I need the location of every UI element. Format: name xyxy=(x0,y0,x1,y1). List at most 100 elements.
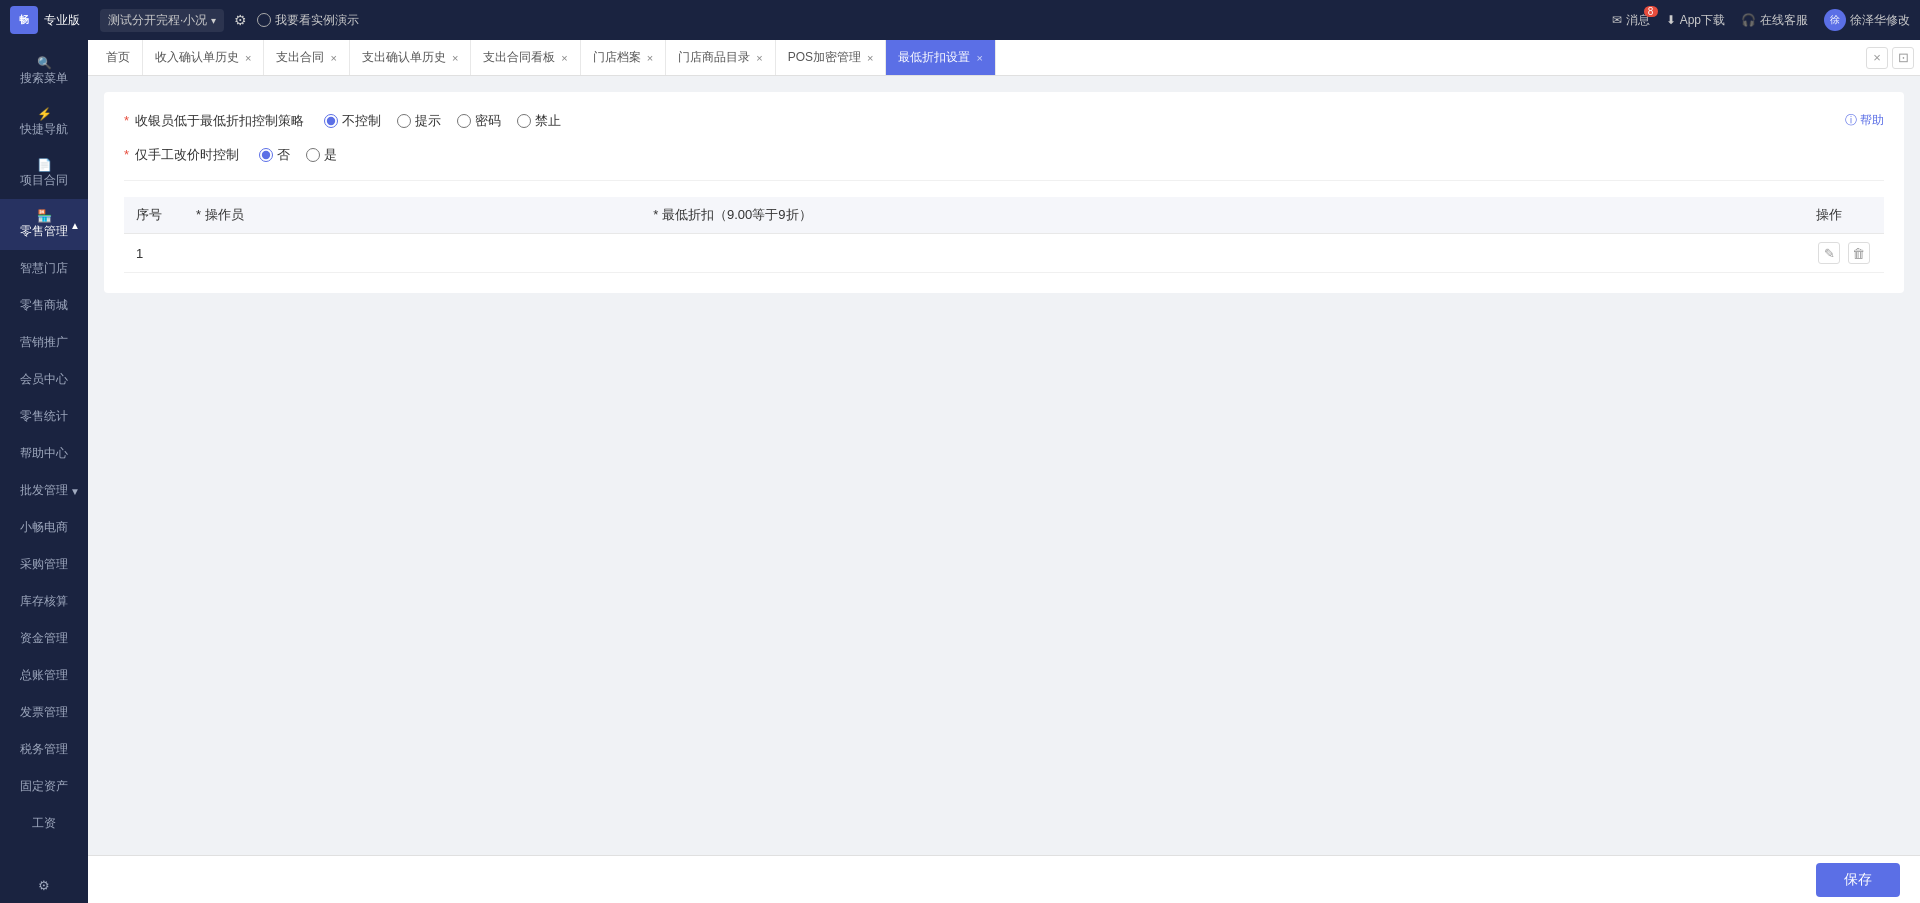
sidebar-settings-icon[interactable]: ⚙ xyxy=(28,868,60,903)
sidebar-item-ledger[interactable]: 总账管理 xyxy=(0,657,88,694)
help-button[interactable]: ⓘ 帮助 xyxy=(1845,112,1884,129)
member-label: 会员中心 xyxy=(4,371,84,388)
policy-no-control-label: 不控制 xyxy=(342,112,381,130)
tab-pos-password[interactable]: POS加密管理 × xyxy=(776,40,887,76)
manual-row: * 仅手工改价时控制 否 是 xyxy=(124,146,1884,164)
purchase-label: 采购管理 xyxy=(4,556,84,573)
sidebar-item-purchase[interactable]: 采购管理 xyxy=(0,546,88,583)
tab-store-file-close[interactable]: × xyxy=(647,52,653,64)
user-name: 徐泽华修改 xyxy=(1850,12,1910,29)
tab-payment-contract-close[interactable]: × xyxy=(330,52,336,64)
policy-no-control[interactable]: 不控制 xyxy=(324,112,381,130)
sidebar-item-tax[interactable]: 税务管理 xyxy=(0,731,88,768)
tab-income-history-close[interactable]: × xyxy=(245,52,251,64)
tab-store-products-close[interactable]: × xyxy=(756,52,762,64)
tab-store-products[interactable]: 门店商品目录 × xyxy=(666,40,775,76)
policy-password-radio[interactable] xyxy=(457,114,471,128)
policy-forbid-label: 禁止 xyxy=(535,112,561,130)
sidebar-item-retail[interactable]: 🏪 零售管理 ▲ xyxy=(0,199,88,250)
policy-forbid-radio[interactable] xyxy=(517,114,531,128)
edit-row-btn[interactable]: ✎ xyxy=(1818,242,1840,264)
manual-yes-radio[interactable] xyxy=(306,148,320,162)
tab-close-all-btn[interactable]: × xyxy=(1866,47,1888,69)
logo-icon: 畅 xyxy=(10,6,38,34)
finance-label: 资金管理 xyxy=(4,630,84,647)
sidebar-item-smart-store[interactable]: 智慧门店 xyxy=(0,250,88,287)
col-header-actions: 操作 xyxy=(1804,197,1884,234)
sidebar-item-payroll[interactable]: 工资 xyxy=(0,805,88,842)
tab-min-discount[interactable]: 最低折扣设置 × xyxy=(886,40,995,76)
main-card: ⓘ 帮助 * 收银员低于最低折扣控制策略 不控制 xyxy=(104,92,1904,293)
policy-radio-group: 不控制 提示 密码 禁 xyxy=(324,112,561,130)
tab-payment-confirm-label: 支出确认单历史 xyxy=(362,49,446,66)
sidebar-item-retail-mall[interactable]: 零售商城 xyxy=(0,287,88,324)
sidebar-item-search[interactable]: 🔍 搜索菜单 xyxy=(0,46,88,97)
sidebar-item-finance[interactable]: 资金管理 xyxy=(0,620,88,657)
sidebar-item-contract[interactable]: 📄 项目合同 xyxy=(0,148,88,199)
invoice-label: 发票管理 xyxy=(4,704,84,721)
help-label: 帮助中心 xyxy=(4,445,84,462)
policy-password[interactable]: 密码 xyxy=(457,112,501,130)
tab-payment-contract[interactable]: 支出合同 × xyxy=(264,40,349,76)
messages-btn[interactable]: ✉ 消息 8 xyxy=(1612,12,1650,29)
policy-forbid[interactable]: 禁止 xyxy=(517,112,561,130)
app-logo: 畅 专业版 xyxy=(10,6,90,34)
table-cell-seq: 1 xyxy=(124,234,184,273)
retail-stat-label: 零售统计 xyxy=(4,408,84,425)
policy-label: * 收银员低于最低折扣控制策略 xyxy=(124,112,304,130)
policy-no-control-radio[interactable] xyxy=(324,114,338,128)
tab-payment-board[interactable]: 支出合同看板 × xyxy=(471,40,580,76)
policy-row: * 收银员低于最低折扣控制策略 不控制 提示 xyxy=(124,112,1884,130)
tab-pos-password-close[interactable]: × xyxy=(867,52,873,64)
tab-store-file[interactable]: 门店档案 × xyxy=(581,40,666,76)
manual-label: * 仅手工改价时控制 xyxy=(124,146,239,164)
sidebar-item-assets[interactable]: 固定资产 xyxy=(0,768,88,805)
search-icon: 🔍 xyxy=(4,56,84,70)
tab-min-discount-close[interactable]: × xyxy=(976,52,982,64)
table-cell-actions: ✎ 🗑 xyxy=(1804,234,1884,273)
demo-label: 我要看实例演示 xyxy=(275,12,359,29)
tab-home[interactable]: 首页 xyxy=(94,40,143,76)
form-section: ⓘ 帮助 * 收银员低于最低折扣控制策略 不控制 xyxy=(124,112,1884,181)
online-service-label: 在线客服 xyxy=(1760,12,1808,29)
manual-no[interactable]: 否 xyxy=(259,146,290,164)
tab-store-file-label: 门店档案 xyxy=(593,49,641,66)
manual-radio-group: 否 是 xyxy=(259,146,337,164)
manual-no-radio[interactable] xyxy=(259,148,273,162)
online-service-btn[interactable]: 🎧 在线客服 xyxy=(1741,12,1808,29)
tab-income-history[interactable]: 收入确认单历史 × xyxy=(143,40,264,76)
sidebar-item-help[interactable]: 帮助中心 xyxy=(0,435,88,472)
sidebar-label-search: 搜索菜单 xyxy=(4,70,84,87)
tab-payment-confirm-close[interactable]: × xyxy=(452,52,458,64)
sidebar-item-retail-stat[interactable]: 零售统计 xyxy=(0,398,88,435)
sidebar-item-shortcut[interactable]: ⚡ 快捷导航 xyxy=(0,97,88,148)
sidebar-item-ecommerce[interactable]: 小畅电商 xyxy=(0,509,88,546)
manual-yes[interactable]: 是 xyxy=(306,146,337,164)
sidebar-item-marketing[interactable]: 营销推广 xyxy=(0,324,88,361)
manual-no-label: 否 xyxy=(277,146,290,164)
delete-row-btn[interactable]: 🗑 xyxy=(1848,242,1870,264)
sidebar-item-member[interactable]: 会员中心 xyxy=(0,361,88,398)
app-download-btn[interactable]: ⬇ App下载 xyxy=(1666,12,1725,29)
sidebar-item-wholesale[interactable]: 批发管理 ▼ xyxy=(0,472,88,509)
project-selector[interactable]: 测试分开完程·小况 ▾ xyxy=(100,9,224,32)
sidebar: 🔍 搜索菜单 ⚡ 快捷导航 📄 项目合同 🏪 零售管理 ▲ 智慧门店 零售商城 … xyxy=(0,40,88,903)
tab-more-btn[interactable]: ⊡ xyxy=(1892,47,1914,69)
user-menu-btn[interactable]: 徐 徐泽华修改 xyxy=(1824,9,1910,31)
help-btn-label: 帮助 xyxy=(1860,112,1884,129)
settings-icon[interactable]: ⚙ xyxy=(234,12,247,28)
policy-remind[interactable]: 提示 xyxy=(397,112,441,130)
tab-payment-confirm[interactable]: 支出确认单历史 × xyxy=(350,40,471,76)
sidebar-item-invoice[interactable]: 发票管理 xyxy=(0,694,88,731)
bottom-bar: 保存 xyxy=(88,855,1920,903)
save-button[interactable]: 保存 xyxy=(1816,863,1900,897)
sidebar-item-inventory[interactable]: 库存核算 xyxy=(0,583,88,620)
tab-payment-board-close[interactable]: × xyxy=(561,52,567,64)
policy-remind-radio[interactable] xyxy=(397,114,411,128)
sidebar-label-contract: 项目合同 xyxy=(4,172,84,189)
tax-label: 税务管理 xyxy=(4,741,84,758)
contract-icon: 📄 xyxy=(4,158,84,172)
payroll-label: 工资 xyxy=(4,815,84,832)
demo-link[interactable]: 我要看实例演示 xyxy=(257,12,359,29)
top-bar: 畅 专业版 测试分开完程·小况 ▾ ⚙ 我要看实例演示 ✉ 消息 8 ⬇ App… xyxy=(0,0,1920,40)
